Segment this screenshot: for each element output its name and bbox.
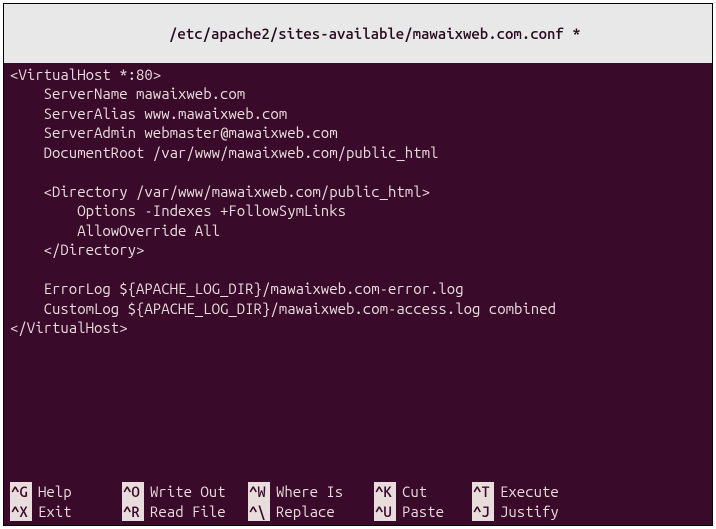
file-line: ServerAlias www.mawaixweb.com xyxy=(10,105,287,122)
editor-content[interactable]: <VirtualHost *:80> ServerName mawaixweb.… xyxy=(4,63,712,481)
file-line: ServerAdmin webmaster@mawaixweb.com xyxy=(10,124,338,141)
file-line: </Directory> xyxy=(10,241,144,258)
shortcut-desc-whereis: Where Is xyxy=(270,482,374,502)
shortcut-key-cut[interactable]: ^K xyxy=(374,482,396,502)
shortcut-desc-justify: Justify xyxy=(494,502,574,522)
shortcut-desc-readfile: Read File xyxy=(144,502,248,522)
shortcut-key-paste[interactable]: ^U xyxy=(374,502,396,522)
shortcut-key-execute[interactable]: ^T xyxy=(472,482,494,502)
shortcut-key-justify[interactable]: ^J xyxy=(472,502,494,522)
shortcut-key-exit[interactable]: ^X xyxy=(10,502,32,522)
file-line: AllowOverride All xyxy=(10,222,220,239)
shortcut-key-whereis[interactable]: ^W xyxy=(248,482,270,502)
terminal-window: /etc/apache2/sites-available/mawaixweb.c… xyxy=(3,3,713,526)
file-line: <Directory /var/www/mawaixweb.com/public… xyxy=(10,183,430,200)
file-line: CustomLog ${APACHE_LOG_DIR}/mawaixweb.co… xyxy=(10,300,556,317)
shortcut-bar: ^G Help ^O Write Out ^W Where Is ^K Cut … xyxy=(4,480,712,525)
shortcut-desc-execute: Execute xyxy=(494,482,574,502)
file-line: ServerName mawaixweb.com xyxy=(10,85,245,102)
shortcut-key-replace[interactable]: ^\ xyxy=(248,502,270,522)
file-path: /etc/apache2/sites-available/mawaixweb.c… xyxy=(169,25,581,42)
shortcut-desc-paste: Paste xyxy=(396,502,472,522)
shortcut-desc-cut: Cut xyxy=(396,482,472,502)
shortcut-desc-help: Help xyxy=(32,482,122,502)
shortcut-desc-writeout: Write Out xyxy=(144,482,248,502)
shortcut-key-writeout[interactable]: ^O xyxy=(122,482,144,502)
file-line: DocumentRoot /var/www/mawaixweb.com/publ… xyxy=(10,144,438,161)
file-line: Options -Indexes +FollowSymLinks xyxy=(10,202,346,219)
file-line: ErrorLog ${APACHE_LOG_DIR}/mawaixweb.com… xyxy=(10,280,464,297)
file-line: <VirtualHost *:80> xyxy=(10,66,161,83)
shortcut-desc-replace: Replace xyxy=(270,502,374,522)
titlebar: /etc/apache2/sites-available/mawaixweb.c… xyxy=(4,4,712,63)
file-line: </VirtualHost> xyxy=(10,319,128,336)
shortcut-key-help[interactable]: ^G xyxy=(10,482,32,502)
shortcut-key-readfile[interactable]: ^R xyxy=(122,502,144,522)
shortcut-desc-exit: Exit xyxy=(32,502,122,522)
